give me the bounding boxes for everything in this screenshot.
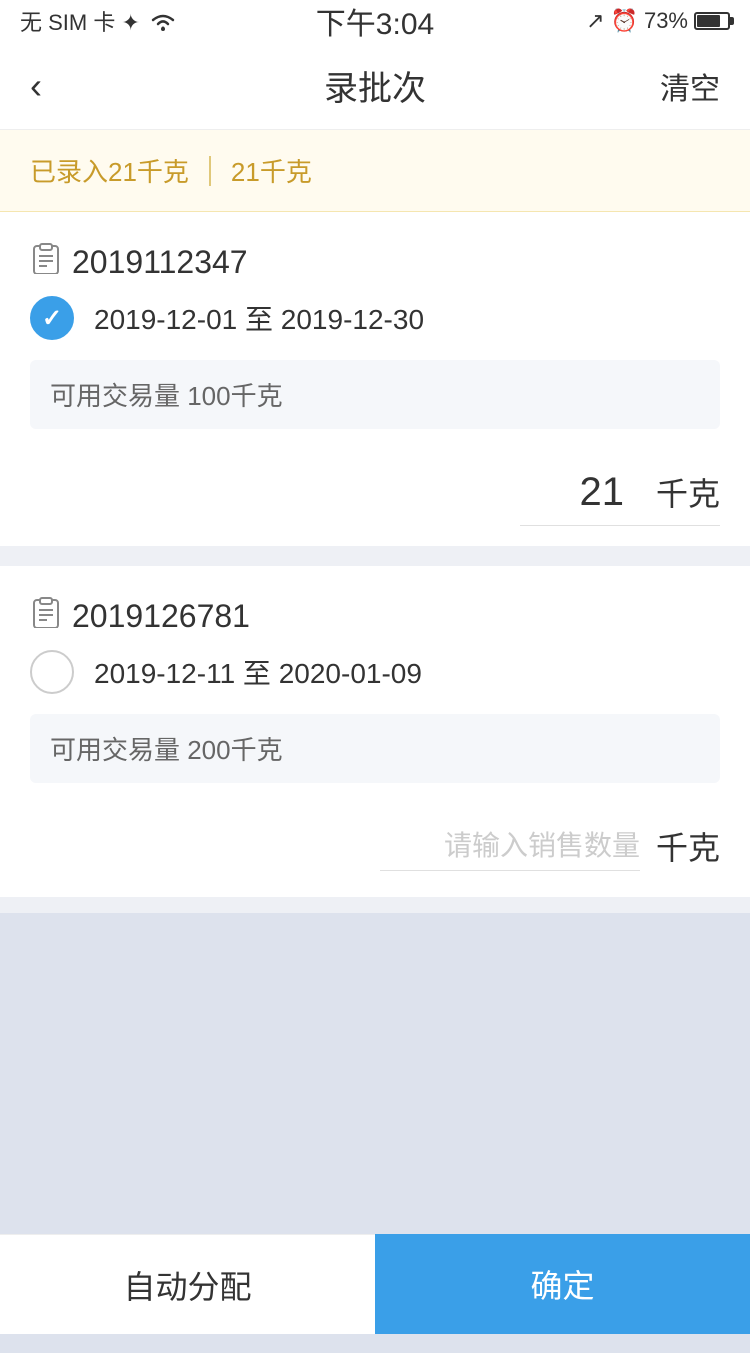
back-button[interactable]: ‹ <box>30 65 42 107</box>
batch2-input-wrapper[interactable] <box>340 830 640 891</box>
wifi-icon <box>148 10 178 32</box>
batch2-available: 可用交易量 200千克 <box>30 714 720 783</box>
section-separator-2 <box>0 897 750 913</box>
batch1-date-row[interactable]: 2019-12-01 至 2019-12-30 <box>30 296 720 340</box>
status-right: ↗ ⏰ 73% <box>586 8 730 34</box>
status-bar: 无 SIM 卡 ✦ 下午3:04 ↗ ⏰ 73% <box>0 0 750 42</box>
batch1-id: 2019112347 <box>72 244 248 281</box>
batch2-qty-row[interactable]: 千克 <box>0 803 750 897</box>
sim-text: 无 SIM 卡 ✦ <box>20 5 140 37</box>
nav-bar: ‹ 录批次 清空 <box>0 42 750 130</box>
batch2-icon <box>30 596 62 636</box>
batch2-underline <box>380 870 640 871</box>
clear-button[interactable]: 清空 <box>660 64 720 108</box>
batch2-date: 2019-12-11 至 2020-01-09 <box>94 652 422 692</box>
batch-card-1: 2019112347 2019-12-01 至 2019-12-30 可用交易量… <box>0 212 750 546</box>
recorded-label: 已录入21千克 <box>30 152 189 189</box>
batch1-qty-value: 21 <box>579 470 624 515</box>
battery-icon <box>694 12 730 30</box>
batch1-available: 可用交易量 100千克 <box>30 360 720 429</box>
batch-card-2: 2019126781 2019-12-11 至 2020-01-09 可用交易量… <box>0 566 750 897</box>
auto-assign-button[interactable]: 自动分配 <box>0 1234 375 1334</box>
batch2-id-row: 2019126781 <box>30 596 720 636</box>
status-time: 下午3:04 <box>316 0 434 43</box>
batch1-radio[interactable] <box>30 296 74 340</box>
batch2-date-row[interactable]: 2019-12-11 至 2020-01-09 <box>30 650 720 694</box>
batch1-id-row: 2019112347 <box>30 242 720 282</box>
batch2-id: 2019126781 <box>72 598 250 635</box>
bottom-buttons: 自动分配 确定 <box>0 1234 750 1334</box>
batch1-qty-divider <box>520 525 720 526</box>
battery-text: 73% <box>644 8 688 34</box>
info-banner: 已录入21千克 21千克 <box>0 130 750 212</box>
banner-divider <box>209 156 211 186</box>
status-left: 无 SIM 卡 ✦ <box>20 5 178 37</box>
section-separator-1 <box>0 546 750 566</box>
confirm-button[interactable]: 确定 <box>375 1234 750 1334</box>
batch2-radio[interactable] <box>30 650 74 694</box>
alarm-icon: ⏰ <box>611 8 638 34</box>
batch1-qty-row: 21 千克 <box>0 449 750 525</box>
target-label: 21千克 <box>231 152 312 189</box>
location-icon: ↗ <box>586 8 604 34</box>
batch2-qty-unit: 千克 <box>656 823 720 869</box>
batch2-qty-input[interactable] <box>340 830 640 862</box>
page-title: 录批次 <box>324 61 426 110</box>
batch1-icon <box>30 242 62 282</box>
batch1-date: 2019-12-01 至 2019-12-30 <box>94 298 424 338</box>
batch1-qty-unit: 千克 <box>656 469 720 515</box>
